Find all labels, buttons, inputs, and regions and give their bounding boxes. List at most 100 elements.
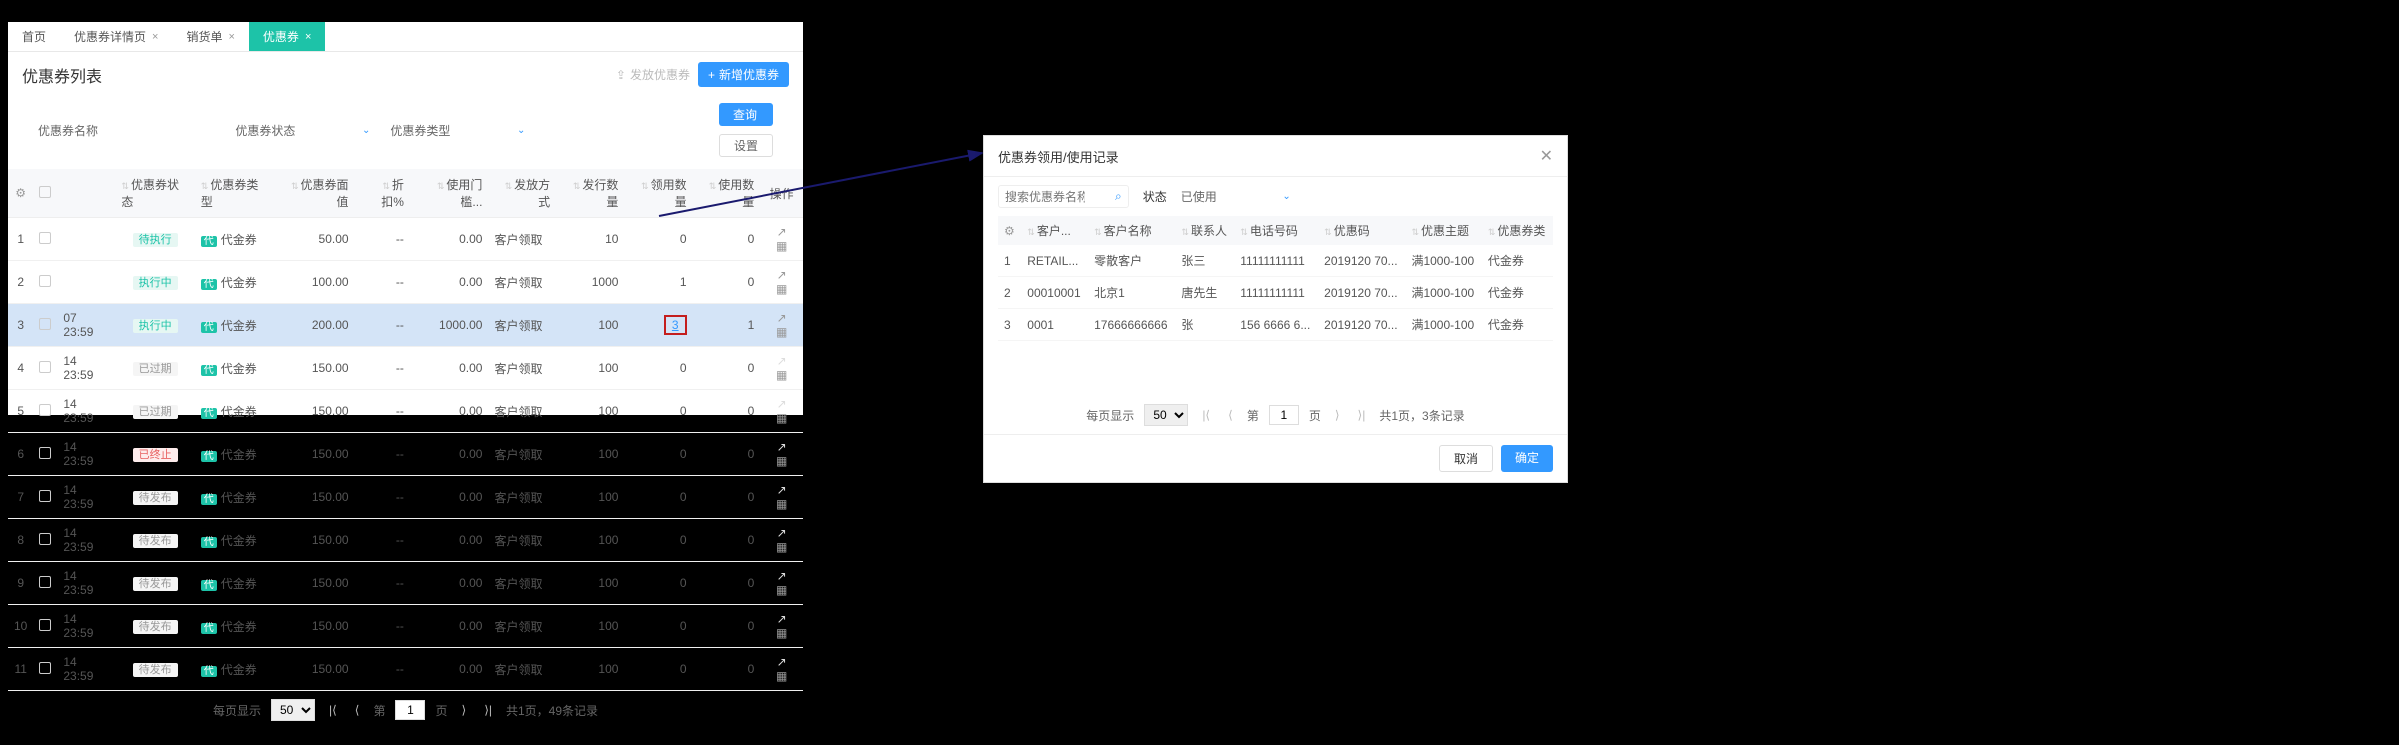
column-header[interactable]: ⇅优惠主题 bbox=[1405, 216, 1481, 245]
settings-button[interactable]: 设置 bbox=[719, 134, 773, 157]
column-header[interactable]: ⇅客户名称 bbox=[1088, 216, 1175, 245]
gear-icon[interactable]: ⚙ bbox=[15, 186, 26, 200]
row-checkbox[interactable] bbox=[39, 447, 51, 459]
column-header[interactable] bbox=[33, 169, 57, 218]
last-page-icon[interactable]: ⟩| bbox=[1354, 408, 1370, 422]
column-header[interactable]: ⇅发行数量 bbox=[556, 169, 624, 218]
sort-icon[interactable]: ⇅ bbox=[1324, 227, 1332, 237]
row-checkbox[interactable] bbox=[39, 662, 51, 674]
row-checkbox[interactable] bbox=[39, 490, 51, 502]
sort-icon[interactable]: ⇅ bbox=[573, 181, 581, 191]
row-checkbox[interactable] bbox=[39, 361, 51, 373]
sort-icon[interactable]: ⇅ bbox=[1094, 227, 1102, 237]
filter-type-dropdown[interactable]: 优惠券类型 ⌄ bbox=[390, 122, 525, 139]
prev-page-icon[interactable]: ⟨ bbox=[1224, 408, 1237, 422]
table-row[interactable]: 307 23:59执行中代代金券200.00--1000.00客户领取10031… bbox=[8, 304, 803, 347]
select-all-checkbox[interactable] bbox=[39, 186, 51, 198]
qr-icon[interactable]: ▦ bbox=[775, 368, 789, 382]
column-header[interactable]: ⇅优惠券类型 bbox=[195, 169, 275, 218]
table-row[interactable]: 2执行中代代金券100.00--0.00客户领取100010↗ ▦ bbox=[8, 261, 803, 304]
per-page-select[interactable]: 50 bbox=[271, 699, 315, 721]
modal-per-page-select[interactable]: 50 bbox=[1144, 404, 1188, 426]
filter-name-input[interactable] bbox=[105, 124, 215, 139]
column-header[interactable]: ⇅优惠码 bbox=[1318, 216, 1405, 245]
claim-count-link[interactable]: 3 bbox=[664, 315, 687, 335]
row-checkbox[interactable] bbox=[39, 576, 51, 588]
qr-icon[interactable]: ▦ bbox=[775, 282, 789, 296]
sort-icon[interactable]: ⇅ bbox=[201, 181, 209, 191]
qr-icon[interactable]: ▦ bbox=[775, 239, 789, 253]
first-page-icon[interactable]: |⟨ bbox=[1198, 408, 1214, 422]
page-input[interactable] bbox=[395, 700, 425, 720]
table-row[interactable]: 414 23:59已过期代代金券150.00--0.00客户领取10000↗ ▦ bbox=[8, 347, 803, 390]
sort-icon[interactable]: ⇅ bbox=[1027, 227, 1035, 237]
gear-icon[interactable]: ⚙ bbox=[1004, 224, 1015, 238]
last-page-icon[interactable]: ⟩| bbox=[480, 703, 496, 717]
qr-icon[interactable]: ▦ bbox=[775, 540, 789, 554]
sort-icon[interactable]: ⇅ bbox=[121, 181, 129, 191]
modal-page-input[interactable] bbox=[1269, 405, 1299, 425]
search-icon[interactable]: ⌕ bbox=[1115, 189, 1122, 204]
qr-icon[interactable]: ▦ bbox=[775, 411, 789, 425]
table-row[interactable]: 514 23:59已过期代代金券150.00--0.00客户领取10000↗ ▦ bbox=[8, 390, 803, 433]
sort-icon[interactable]: ⇅ bbox=[382, 181, 390, 191]
qr-icon[interactable]: ▦ bbox=[775, 497, 789, 511]
sort-icon[interactable]: ⇅ bbox=[505, 181, 513, 191]
first-page-icon[interactable]: |⟨ bbox=[325, 703, 341, 717]
share-icon[interactable]: ↗ bbox=[775, 311, 789, 325]
row-checkbox[interactable] bbox=[39, 275, 51, 287]
column-header[interactable] bbox=[57, 169, 115, 218]
column-header[interactable]: ⇅使用门槛... bbox=[410, 169, 489, 218]
next-page-icon[interactable]: ⟩ bbox=[458, 703, 471, 717]
column-header[interactable]: ⇅客户... bbox=[1021, 216, 1088, 245]
column-header[interactable]: ⇅优惠券状态 bbox=[115, 169, 194, 218]
column-header[interactable]: ⇅领用数量 bbox=[624, 169, 692, 218]
column-header[interactable]: ⇅优惠券面值 bbox=[274, 169, 354, 218]
table-row[interactable]: 1RETAIL...零散客户张三111111111112019120 70...… bbox=[998, 245, 1553, 277]
close-icon[interactable]: ✕ bbox=[1540, 146, 1553, 166]
tab-销货单[interactable]: 销货单× bbox=[172, 22, 248, 51]
qr-icon[interactable]: ▦ bbox=[775, 583, 789, 597]
table-row[interactable]: 714 23:59待发布代代金券150.00--0.00客户领取10000↗ ▦ bbox=[8, 476, 803, 519]
prev-page-icon[interactable]: ⟨ bbox=[351, 703, 364, 717]
column-header[interactable]: ⇅使用数量 bbox=[693, 169, 761, 218]
sort-icon[interactable]: ⇅ bbox=[1411, 227, 1419, 237]
table-row[interactable]: 614 23:59已终止代代金券150.00--0.00客户领取10000↗ ▦ bbox=[8, 433, 803, 476]
filter-status-dropdown[interactable]: 优惠券状态 ⌄ bbox=[235, 122, 370, 139]
search-button[interactable]: 查询 bbox=[719, 103, 773, 126]
tab-首页[interactable]: 首页 bbox=[8, 22, 60, 51]
close-icon[interactable]: × bbox=[152, 31, 158, 43]
column-header[interactable]: ⇅电话号码 bbox=[1234, 216, 1318, 245]
qr-icon[interactable]: ▦ bbox=[775, 454, 789, 468]
sort-icon[interactable]: ⇅ bbox=[1240, 227, 1248, 237]
table-row[interactable]: 200010001北京1唐先生111111111112019120 70...满… bbox=[998, 277, 1553, 309]
row-checkbox[interactable] bbox=[39, 318, 51, 330]
new-coupon-button[interactable]: + 新增优惠券 bbox=[698, 62, 789, 87]
row-checkbox[interactable] bbox=[39, 533, 51, 545]
column-header[interactable]: ⚙ bbox=[998, 216, 1021, 245]
table-row[interactable]: 3000117666666666张156 6666 6...2019120 70… bbox=[998, 309, 1553, 341]
table-row[interactable]: 1114 23:59待发布代代金券150.00--0.00客户领取10000↗ … bbox=[8, 648, 803, 691]
ok-button[interactable]: 确定 bbox=[1501, 445, 1553, 472]
row-checkbox[interactable] bbox=[39, 232, 51, 244]
sort-icon[interactable]: ⇅ bbox=[437, 181, 445, 191]
modal-status-dropdown[interactable]: 已使用 ⌄ bbox=[1181, 188, 1291, 205]
column-header[interactable]: ⇅折扣% bbox=[355, 169, 410, 218]
tab-优惠券[interactable]: 优惠券× bbox=[249, 22, 325, 51]
row-checkbox[interactable] bbox=[39, 404, 51, 416]
table-row[interactable]: 814 23:59待发布代代金券150.00--0.00客户领取10000↗ ▦ bbox=[8, 519, 803, 562]
qr-icon[interactable]: ▦ bbox=[775, 626, 789, 640]
column-header[interactable]: 操作 bbox=[760, 169, 803, 218]
qr-icon[interactable]: ▦ bbox=[775, 669, 789, 683]
tab-优惠券详情页[interactable]: 优惠券详情页× bbox=[60, 22, 172, 51]
cancel-button[interactable]: 取消 bbox=[1439, 445, 1493, 472]
column-header[interactable]: ⚙ bbox=[8, 169, 33, 218]
next-page-icon[interactable]: ⟩ bbox=[1331, 408, 1344, 422]
share-icon[interactable]: ↗ bbox=[775, 225, 789, 239]
table-row[interactable]: 914 23:59待发布代代金券150.00--0.00客户领取10000↗ ▦ bbox=[8, 562, 803, 605]
close-icon[interactable]: × bbox=[228, 31, 234, 43]
column-header[interactable]: ⇅发放方式 bbox=[488, 169, 556, 218]
sort-icon[interactable]: ⇅ bbox=[1181, 227, 1189, 237]
sort-icon[interactable]: ⇅ bbox=[709, 181, 717, 191]
share-icon[interactable]: ↗ bbox=[775, 268, 789, 282]
